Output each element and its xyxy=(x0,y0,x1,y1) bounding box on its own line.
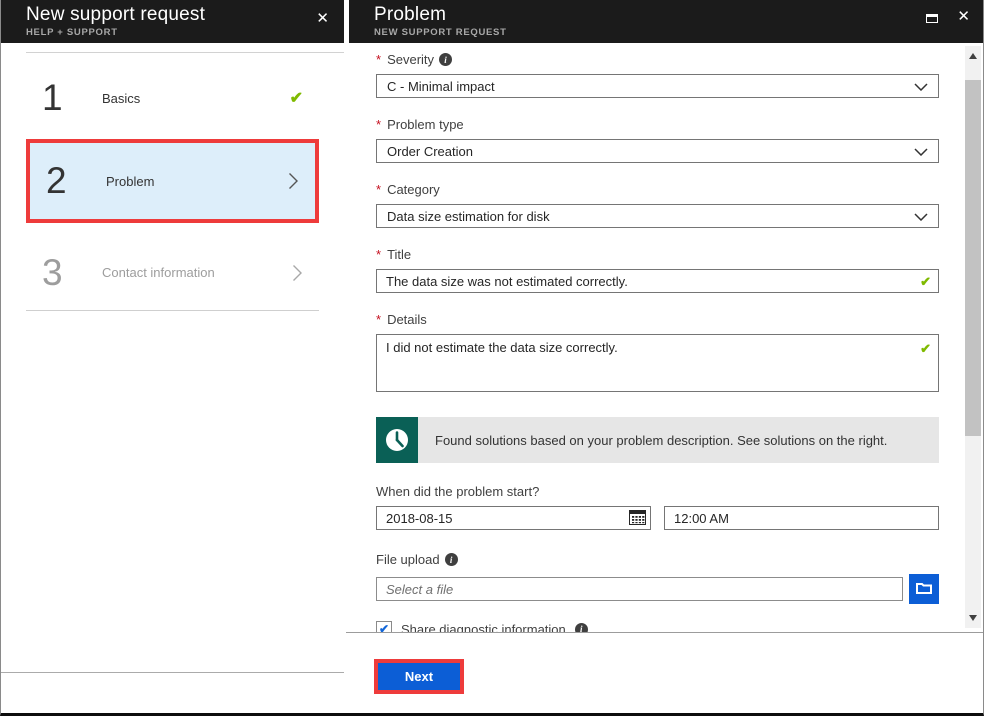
support-request-window: New support request HELP + SUPPORT ✕ 1 B… xyxy=(0,0,984,716)
title-input[interactable] xyxy=(376,269,939,293)
divider xyxy=(346,632,983,633)
problem-subtitle: NEW SUPPORT REQUEST xyxy=(374,27,507,38)
step-number: 2 xyxy=(46,160,67,201)
share-diagnostic-label: Share diagnostic information xyxy=(401,621,566,633)
folder-browse-button[interactable] xyxy=(909,574,939,604)
scroll-down-icon[interactable] xyxy=(965,610,981,626)
info-icon[interactable]: i xyxy=(444,553,458,566)
problem-form: * Severity i C - Minimal impact * Proble… xyxy=(349,45,983,633)
wizard-header: New support request HELP + SUPPORT ✕ xyxy=(1,0,344,43)
solutions-banner-text: Found solutions based on your problem de… xyxy=(418,417,939,463)
valid-check-icon: ✔ xyxy=(920,341,931,356)
severity-label: * Severity i xyxy=(376,52,939,67)
details-label: * Details xyxy=(376,312,427,327)
problem-header: Problem NEW SUPPORT REQUEST ✕ xyxy=(349,0,983,43)
step-contact-information[interactable]: 3 Contact information xyxy=(26,245,319,300)
details-textarea[interactable]: I did not estimate the data size correct… xyxy=(376,334,939,392)
scrollbar-thumb[interactable] xyxy=(965,80,981,436)
problem-type-select[interactable]: Order Creation xyxy=(376,139,939,163)
vertical-scrollbar[interactable] xyxy=(965,46,981,628)
chevron-down-icon xyxy=(914,144,928,159)
file-upload-label: File upload i xyxy=(376,552,939,567)
step-label: Contact information xyxy=(102,265,215,280)
when-label: When did the problem start? xyxy=(376,484,540,499)
info-icon[interactable]: i xyxy=(439,53,453,66)
problem-panel: Problem NEW SUPPORT REQUEST ✕ * Severity… xyxy=(346,0,983,713)
annotation-highlight: Next xyxy=(374,659,464,694)
folder-icon xyxy=(915,581,933,598)
valid-check-icon: ✔ xyxy=(920,274,931,289)
time-input[interactable] xyxy=(664,506,939,530)
close-icon[interactable]: ✕ xyxy=(957,9,970,24)
wizard-subtitle: HELP + SUPPORT xyxy=(26,27,118,38)
maximize-icon[interactable] xyxy=(926,13,939,23)
category-label: * Category xyxy=(376,182,440,197)
step-number: 3 xyxy=(42,251,63,293)
scroll-up-icon[interactable] xyxy=(965,48,981,64)
wizard-panel: New support request HELP + SUPPORT ✕ 1 B… xyxy=(1,0,344,713)
chevron-down-icon xyxy=(914,209,928,224)
step-basics[interactable]: 1 Basics ✔ xyxy=(26,72,319,124)
calendar-icon[interactable] xyxy=(628,509,646,527)
share-diagnostic-checkbox[interactable]: ✔ xyxy=(376,621,392,632)
divider xyxy=(1,672,344,673)
title-label: * Title xyxy=(376,247,412,262)
step-label: Basics xyxy=(102,90,141,106)
wizard-title: New support request xyxy=(26,4,206,25)
problem-type-label: * Problem type xyxy=(376,117,464,132)
chevron-down-icon xyxy=(914,79,928,94)
severity-select[interactable]: C - Minimal impact xyxy=(376,74,939,98)
step-number: 1 xyxy=(42,77,63,118)
step-problem[interactable]: 2 Problem xyxy=(26,139,319,223)
step-label: Problem xyxy=(106,173,155,189)
close-icon[interactable]: ✕ xyxy=(316,11,329,26)
date-input[interactable] xyxy=(376,506,651,530)
chevron-right-icon xyxy=(288,172,299,190)
solutions-banner: Found solutions based on your problem de… xyxy=(376,417,939,463)
divider xyxy=(26,52,344,53)
info-icon[interactable]: i xyxy=(574,622,588,632)
step-complete-check-icon: ✔ xyxy=(289,90,303,107)
next-button[interactable]: Next xyxy=(378,663,460,690)
chevron-right-icon xyxy=(292,264,303,282)
category-select[interactable]: Data size estimation for disk xyxy=(376,204,939,228)
clock-icon xyxy=(376,417,418,463)
file-select-input[interactable] xyxy=(376,577,903,601)
problem-title: Problem xyxy=(374,4,447,25)
divider xyxy=(26,310,319,311)
